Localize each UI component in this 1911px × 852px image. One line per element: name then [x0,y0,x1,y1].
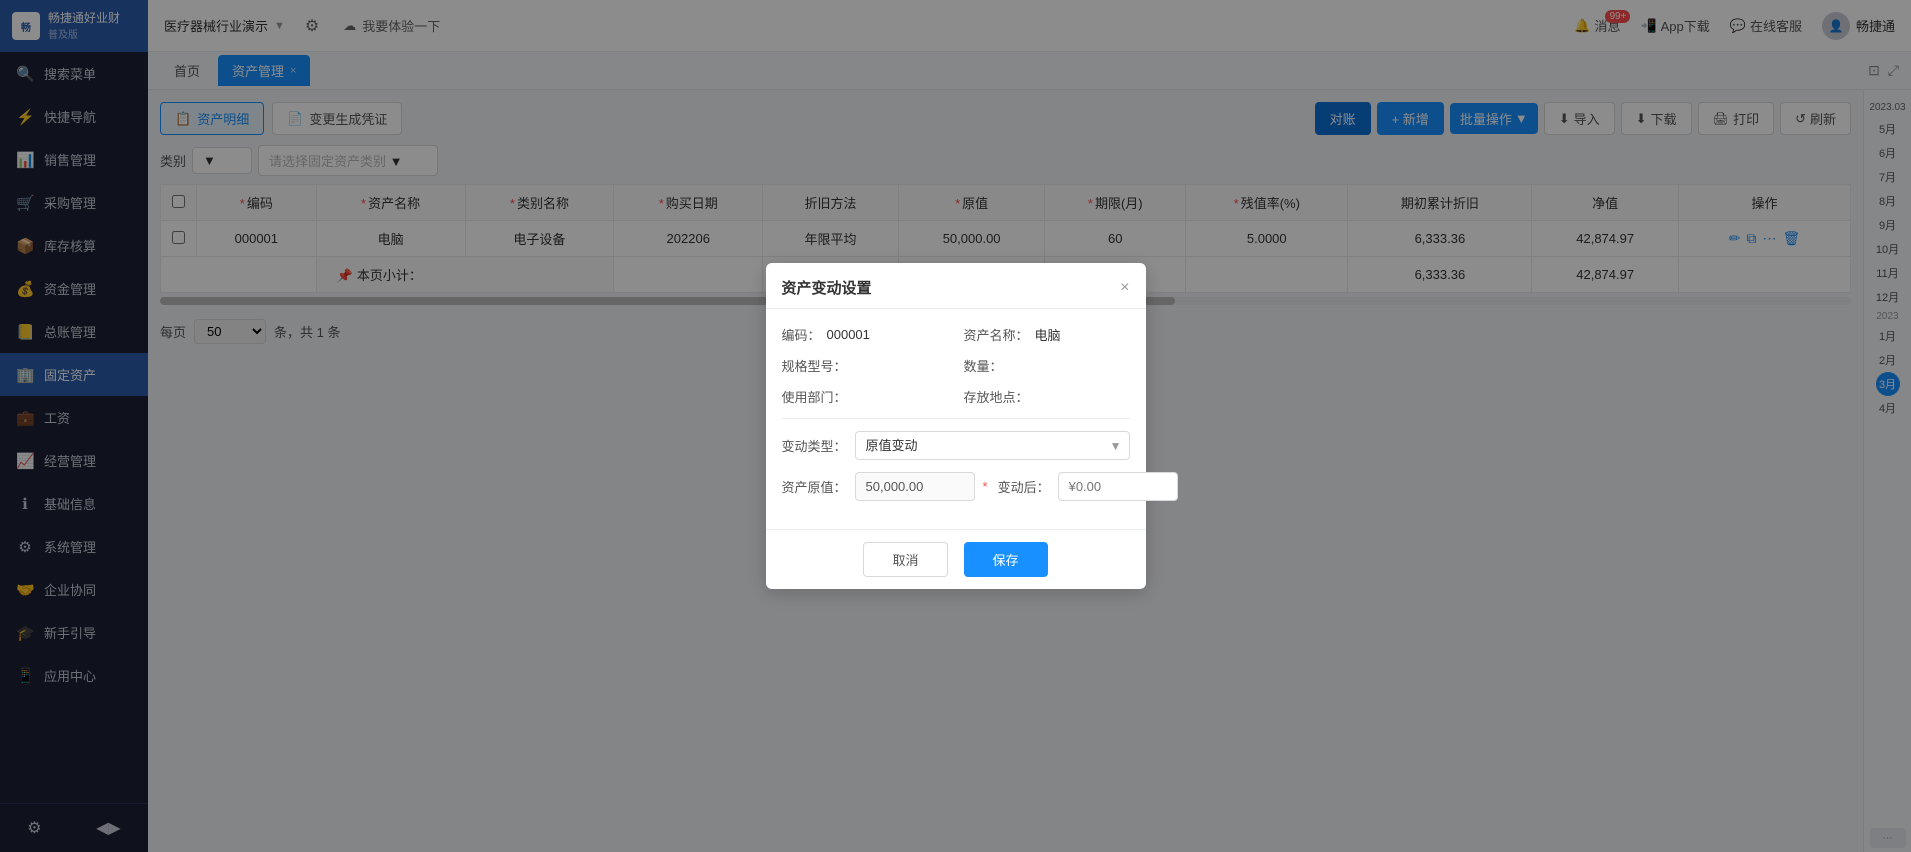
modal-change-type-label: 变动类型： [782,436,847,455]
modal-change-type-wrap: 原值变动 使用部门变动 存放地点变动 ▼ [855,431,1130,460]
modal-quantity-label: 数量： [964,356,1003,375]
modal-original-value-label: 资产原值： [782,477,847,496]
modal-row-1: 编码： 000001 资产名称： 电脑 [782,325,1130,344]
modal-title: 资产变动设置 [782,277,872,298]
modal-divider [782,418,1130,419]
modal-change-type-row: 变动类型： 原值变动 使用部门变动 存放地点变动 ▼ [782,431,1130,460]
modal-code-label: 编码： [782,325,821,344]
modal-spec-label: 规格型号： [782,356,847,375]
save-button[interactable]: 保存 [964,542,1048,577]
modal-name-label: 资产名称： [964,325,1029,344]
modal-field-quantity: 数量： [964,356,1130,375]
modal-after-label: 变动后： [998,477,1050,496]
modal-location-label: 存放地点： [964,387,1029,406]
modal-header: 资产变动设置 × [766,263,1146,309]
modal-value-row: 资产原值： * 变动后： [782,472,1130,501]
modal-after-value-input[interactable] [1058,472,1178,501]
modal-row-3: 使用部门： 存放地点： [782,387,1130,406]
cancel-button[interactable]: 取消 [863,542,947,577]
modal-overlay: 资产变动设置 × 编码： 000001 资产名称： 电脑 规格型号： [0,0,1911,852]
modal-field-name: 资产名称： 电脑 [964,325,1130,344]
modal-close-icon[interactable]: × [1120,279,1129,297]
modal-field-code: 编码： 000001 [782,325,948,344]
required-star: * [983,479,988,494]
modal-field-location: 存放地点： [964,387,1130,406]
modal-dept-label: 使用部门： [782,387,847,406]
modal-footer: 取消 保存 [766,529,1146,589]
modal-original-value-input [855,472,975,501]
modal-change-type-select[interactable]: 原值变动 使用部门变动 存放地点变动 [855,431,1130,460]
modal-field-dept: 使用部门： [782,387,948,406]
modal-name-value: 电脑 [1035,325,1061,344]
modal-code-value: 000001 [827,327,870,342]
modal-body: 编码： 000001 资产名称： 电脑 规格型号： 数量： [766,309,1146,529]
asset-change-modal: 资产变动设置 × 编码： 000001 资产名称： 电脑 规格型号： [766,263,1146,589]
modal-row-2: 规格型号： 数量： [782,356,1130,375]
modal-field-spec: 规格型号： [782,356,948,375]
